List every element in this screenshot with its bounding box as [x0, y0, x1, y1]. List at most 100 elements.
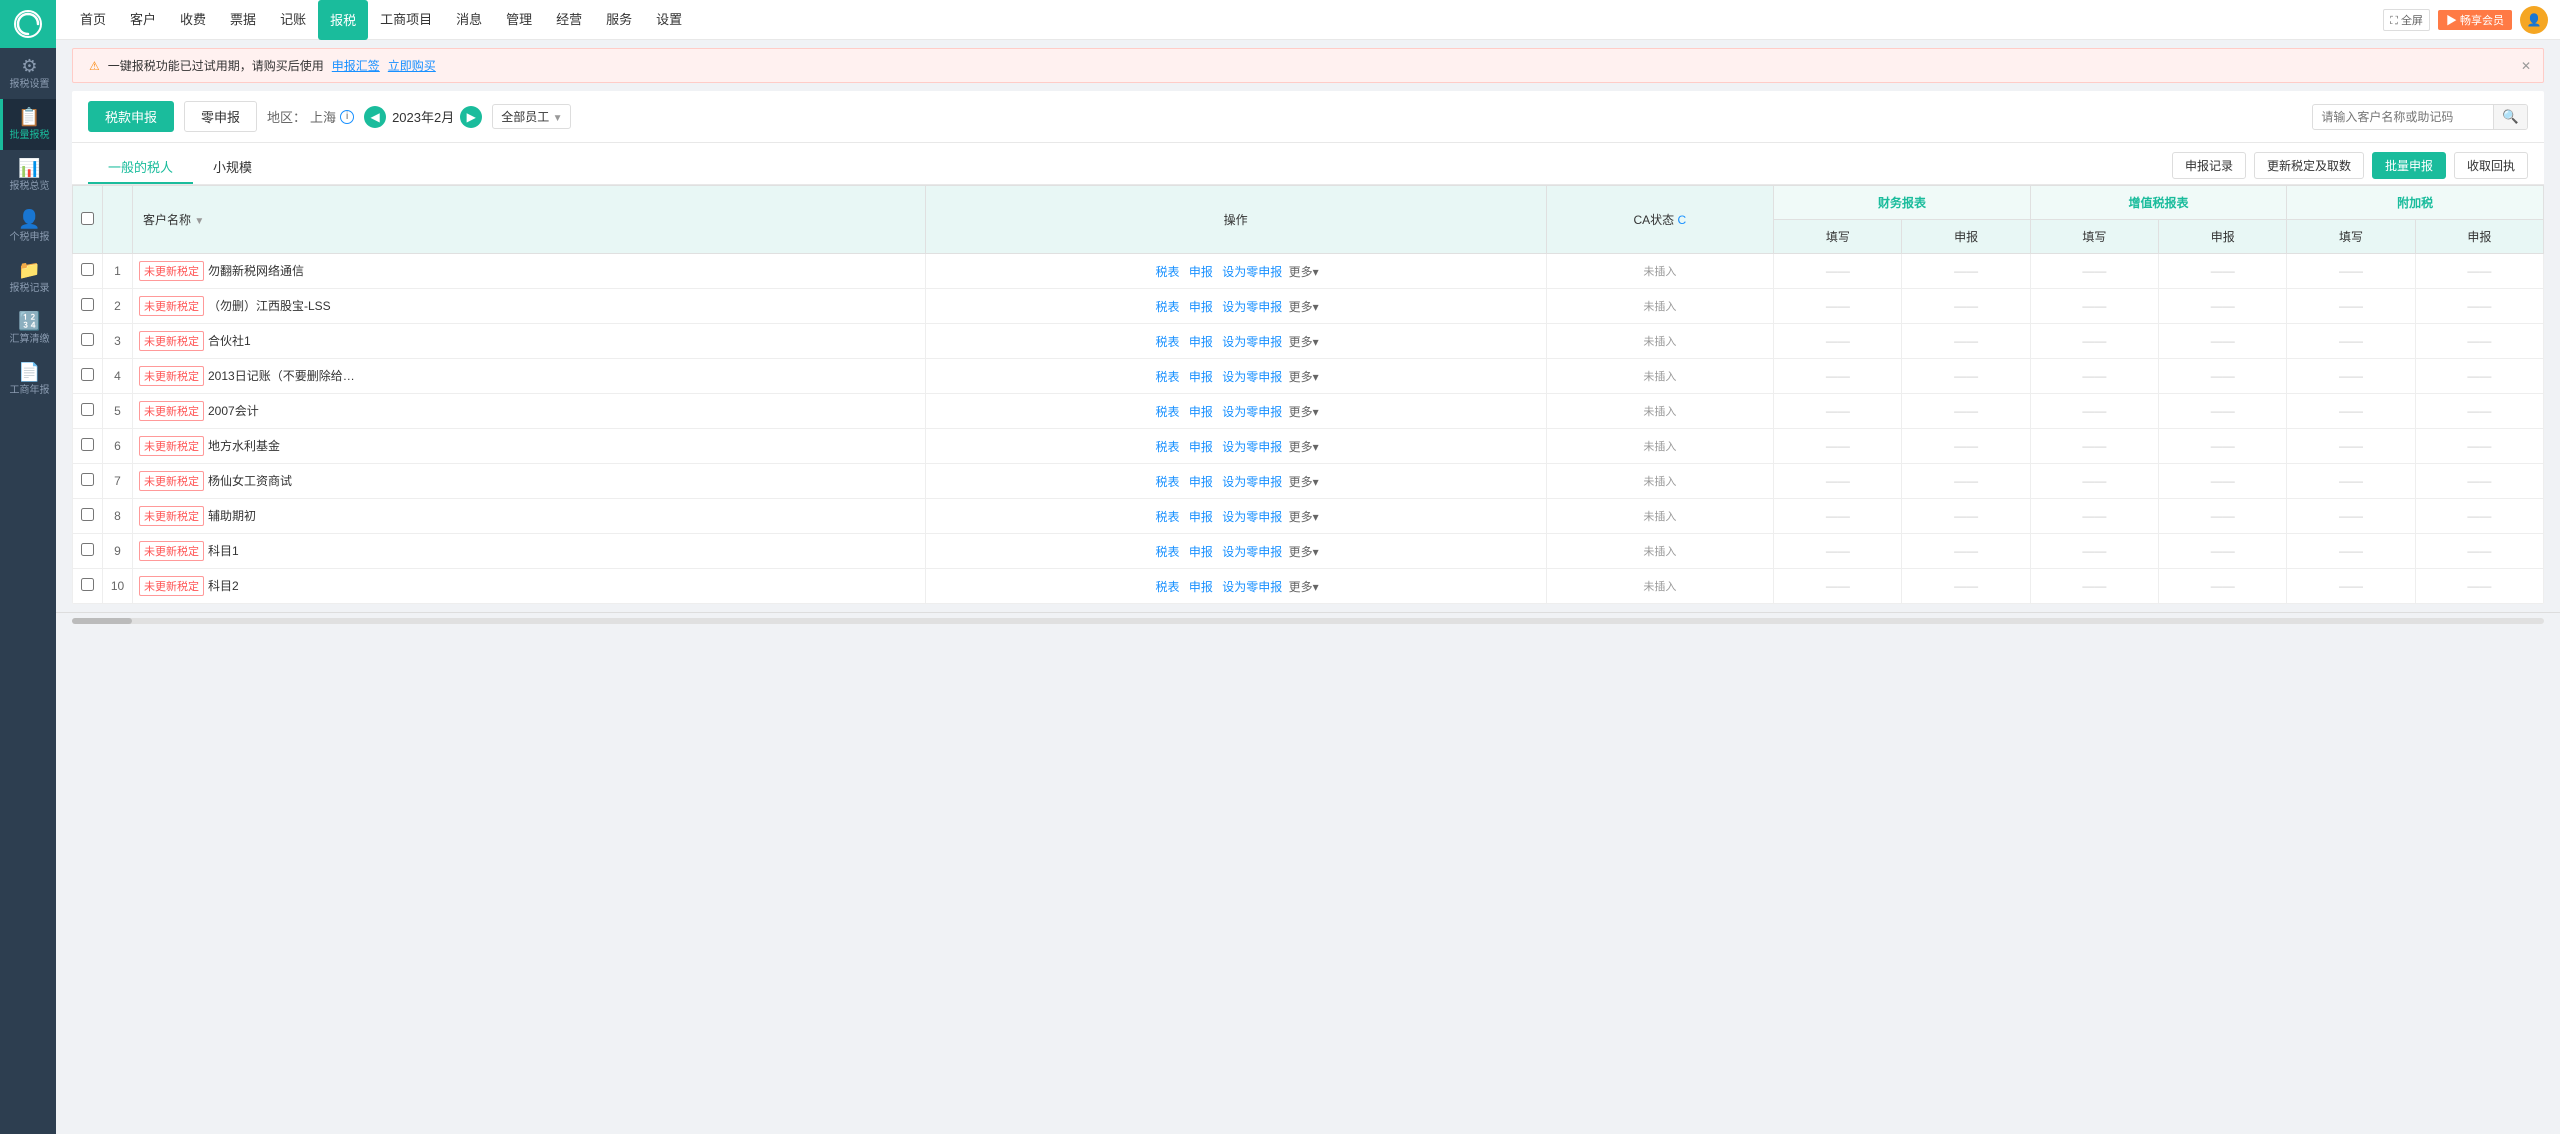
row-checkbox[interactable]	[81, 368, 94, 381]
op-file[interactable]: 申报	[1189, 545, 1213, 559]
op-file[interactable]: 申报	[1189, 405, 1213, 419]
op-tax-form[interactable]: 税表	[1156, 440, 1180, 454]
op-tax-form[interactable]: 税表	[1156, 405, 1180, 419]
op-more[interactable]: 更多▾	[1289, 545, 1319, 559]
search-button[interactable]: 🔍	[2493, 105, 2527, 129]
op-more[interactable]: 更多▾	[1289, 300, 1319, 314]
sidebar-item-calc-clear[interactable]: 🔢 汇算清缴	[0, 303, 56, 354]
op-more[interactable]: 更多▾	[1289, 580, 1319, 594]
op-more[interactable]: 更多▾	[1289, 265, 1319, 279]
op-more[interactable]: 更多▾	[1289, 370, 1319, 384]
op-zero-file[interactable]: 设为零申报	[1222, 300, 1282, 314]
row-checkbox[interactable]	[81, 543, 94, 556]
op-more[interactable]: 更多▾	[1289, 475, 1319, 489]
alert-close-btn[interactable]: ✕	[2521, 59, 2531, 73]
sidebar-item-label-tax-settings: 报税设置	[10, 79, 50, 91]
staff-dropdown[interactable]: 全部员工 ▼	[492, 104, 571, 129]
row-checkbox[interactable]	[81, 438, 94, 451]
ca-status-info-icon[interactable]: C	[1678, 213, 1687, 227]
row-checkbox[interactable]	[81, 403, 94, 416]
nav-commerce[interactable]: 工商项目	[368, 0, 444, 40]
nav-customer[interactable]: 客户	[118, 0, 168, 40]
op-tax-form[interactable]: 税表	[1156, 580, 1180, 594]
op-tax-form[interactable]: 税表	[1156, 475, 1180, 489]
op-file[interactable]: 申报	[1189, 580, 1213, 594]
update-rules-btn[interactable]: 更新税定及取数	[2254, 152, 2364, 179]
nav-billing[interactable]: 收费	[168, 0, 218, 40]
nav-management[interactable]: 管理	[494, 0, 544, 40]
sidebar-item-tax-records[interactable]: 📁 报税记录	[0, 252, 56, 303]
nav-accounting[interactable]: 记账	[268, 0, 318, 40]
alert-link2[interactable]: 立即购买	[388, 57, 436, 74]
op-file[interactable]: 申报	[1189, 440, 1213, 454]
op-zero-file[interactable]: 设为零申报	[1222, 510, 1282, 524]
nav-invoice[interactable]: 票据	[218, 0, 268, 40]
op-tax-form[interactable]: 税表	[1156, 370, 1180, 384]
horizontal-scrollbar[interactable]	[56, 612, 2560, 628]
op-more[interactable]: 更多▾	[1289, 440, 1319, 454]
name-col-sort-icon[interactable]: ▼	[194, 216, 204, 227]
alert-link1[interactable]: 申报汇签	[332, 57, 380, 74]
op-file[interactable]: 申报	[1189, 370, 1213, 384]
tax-filing-tab[interactable]: 税款申报	[88, 101, 174, 132]
op-zero-file[interactable]: 设为零申报	[1222, 440, 1282, 454]
period-prev-btn[interactable]: ◀	[364, 106, 386, 128]
region-info-icon[interactable]: i	[340, 110, 354, 124]
sidebar-item-annual-report[interactable]: 📄 工商年报	[0, 354, 56, 405]
batch-filing-btn[interactable]: 批量申报	[2372, 152, 2446, 179]
row-checkbox[interactable]	[81, 473, 94, 486]
period-next-btn[interactable]: ▶	[460, 106, 482, 128]
row-ca-status: 未插入	[1546, 569, 1774, 604]
fullscreen-btn[interactable]: ⛶ 全屏	[2383, 9, 2430, 31]
upgrade-btn[interactable]: ▶ 畅享会员	[2438, 10, 2512, 30]
nav-tax[interactable]: 报税	[318, 0, 368, 40]
filing-records-btn[interactable]: 申报记录	[2172, 152, 2246, 179]
nav-service[interactable]: 服务	[594, 0, 644, 40]
op-tax-form[interactable]: 税表	[1156, 510, 1180, 524]
sidebar-item-tax-overview[interactable]: 📊 报税总览	[0, 150, 56, 201]
sidebar-item-tax-settings[interactable]: ⚙ 报税设置	[0, 48, 56, 99]
op-tax-form[interactable]: 税表	[1156, 265, 1180, 279]
nav-message[interactable]: 消息	[444, 0, 494, 40]
row-checkbox[interactable]	[81, 333, 94, 346]
scrollbar-thumb[interactable]	[72, 618, 132, 624]
op-more[interactable]: 更多▾	[1289, 335, 1319, 349]
zero-filing-tab[interactable]: 零申报	[184, 101, 257, 132]
table-row: 7 未更新税定杨仙女工资商试 税表 申报 设为零申报 更多▾ 未插入 —— ——…	[73, 464, 2544, 499]
op-zero-file[interactable]: 设为零申报	[1222, 265, 1282, 279]
op-more[interactable]: 更多▾	[1289, 510, 1319, 524]
sub-tab-general[interactable]: 一般的税人	[88, 151, 193, 184]
op-file[interactable]: 申报	[1189, 510, 1213, 524]
alert-banner: ⚠ 一键报税功能已过试用期，请购买后使用 申报汇签 立即购买 ✕	[72, 48, 2544, 83]
op-zero-file[interactable]: 设为零申报	[1222, 405, 1282, 419]
row-checkbox[interactable]	[81, 508, 94, 521]
op-tax-form[interactable]: 税表	[1156, 545, 1180, 559]
sub-tab-small[interactable]: 小规模	[193, 151, 272, 184]
nav-home[interactable]: 首页	[68, 0, 118, 40]
sidebar-item-personal-tax[interactable]: 👤 个税申报	[0, 201, 56, 252]
op-zero-file[interactable]: 设为零申报	[1222, 370, 1282, 384]
row-checkbox[interactable]	[81, 578, 94, 591]
op-file[interactable]: 申报	[1189, 265, 1213, 279]
sidebar-item-batch-tax[interactable]: 📋 批量报税	[0, 99, 56, 150]
op-tax-form[interactable]: 税表	[1156, 300, 1180, 314]
op-file[interactable]: 申报	[1189, 335, 1213, 349]
user-avatar[interactable]: 👤	[2520, 6, 2548, 34]
op-more[interactable]: 更多▾	[1289, 405, 1319, 419]
op-file[interactable]: 申报	[1189, 475, 1213, 489]
app-logo[interactable]	[0, 0, 56, 48]
scrollbar-track[interactable]	[72, 618, 2544, 624]
op-zero-file[interactable]: 设为零申报	[1222, 475, 1282, 489]
op-tax-form[interactable]: 税表	[1156, 335, 1180, 349]
row-checkbox[interactable]	[81, 298, 94, 311]
select-all-checkbox[interactable]	[81, 212, 94, 225]
search-input[interactable]	[2313, 106, 2493, 128]
op-file[interactable]: 申报	[1189, 300, 1213, 314]
op-zero-file[interactable]: 设为零申报	[1222, 335, 1282, 349]
op-zero-file[interactable]: 设为零申报	[1222, 580, 1282, 594]
op-zero-file[interactable]: 设为零申报	[1222, 545, 1282, 559]
retrieve-btn[interactable]: 收取回执	[2454, 152, 2528, 179]
row-checkbox[interactable]	[81, 263, 94, 276]
nav-settings[interactable]: 设置	[644, 0, 694, 40]
nav-operations[interactable]: 经营	[544, 0, 594, 40]
